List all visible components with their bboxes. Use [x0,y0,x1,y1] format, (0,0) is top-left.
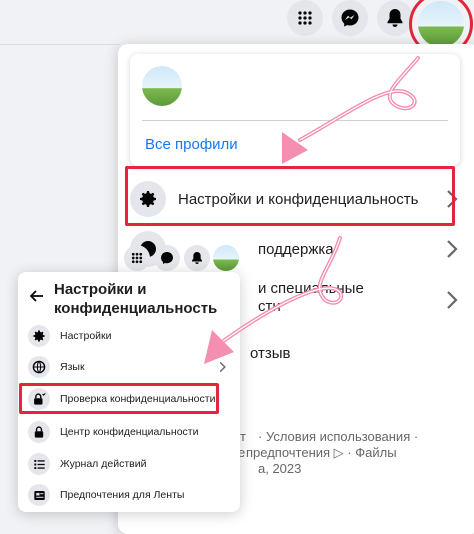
annotation-arrows [204,56,420,364]
